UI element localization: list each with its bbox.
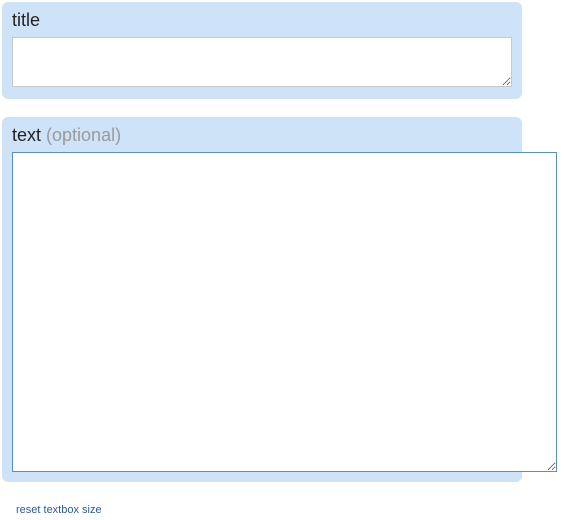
title-label-text: title <box>12 10 40 30</box>
title-label: title <box>12 10 512 31</box>
text-input[interactable] <box>12 152 557 472</box>
text-label: text (optional) <box>12 125 512 146</box>
title-input[interactable] <box>12 37 512 87</box>
text-label-text: text <box>12 125 41 145</box>
reset-textbox-size-link[interactable]: reset textbox size <box>16 504 102 516</box>
text-field-group: text (optional) <box>2 117 522 482</box>
title-field-group: title <box>2 2 522 99</box>
text-optional-label: (optional) <box>46 125 121 145</box>
